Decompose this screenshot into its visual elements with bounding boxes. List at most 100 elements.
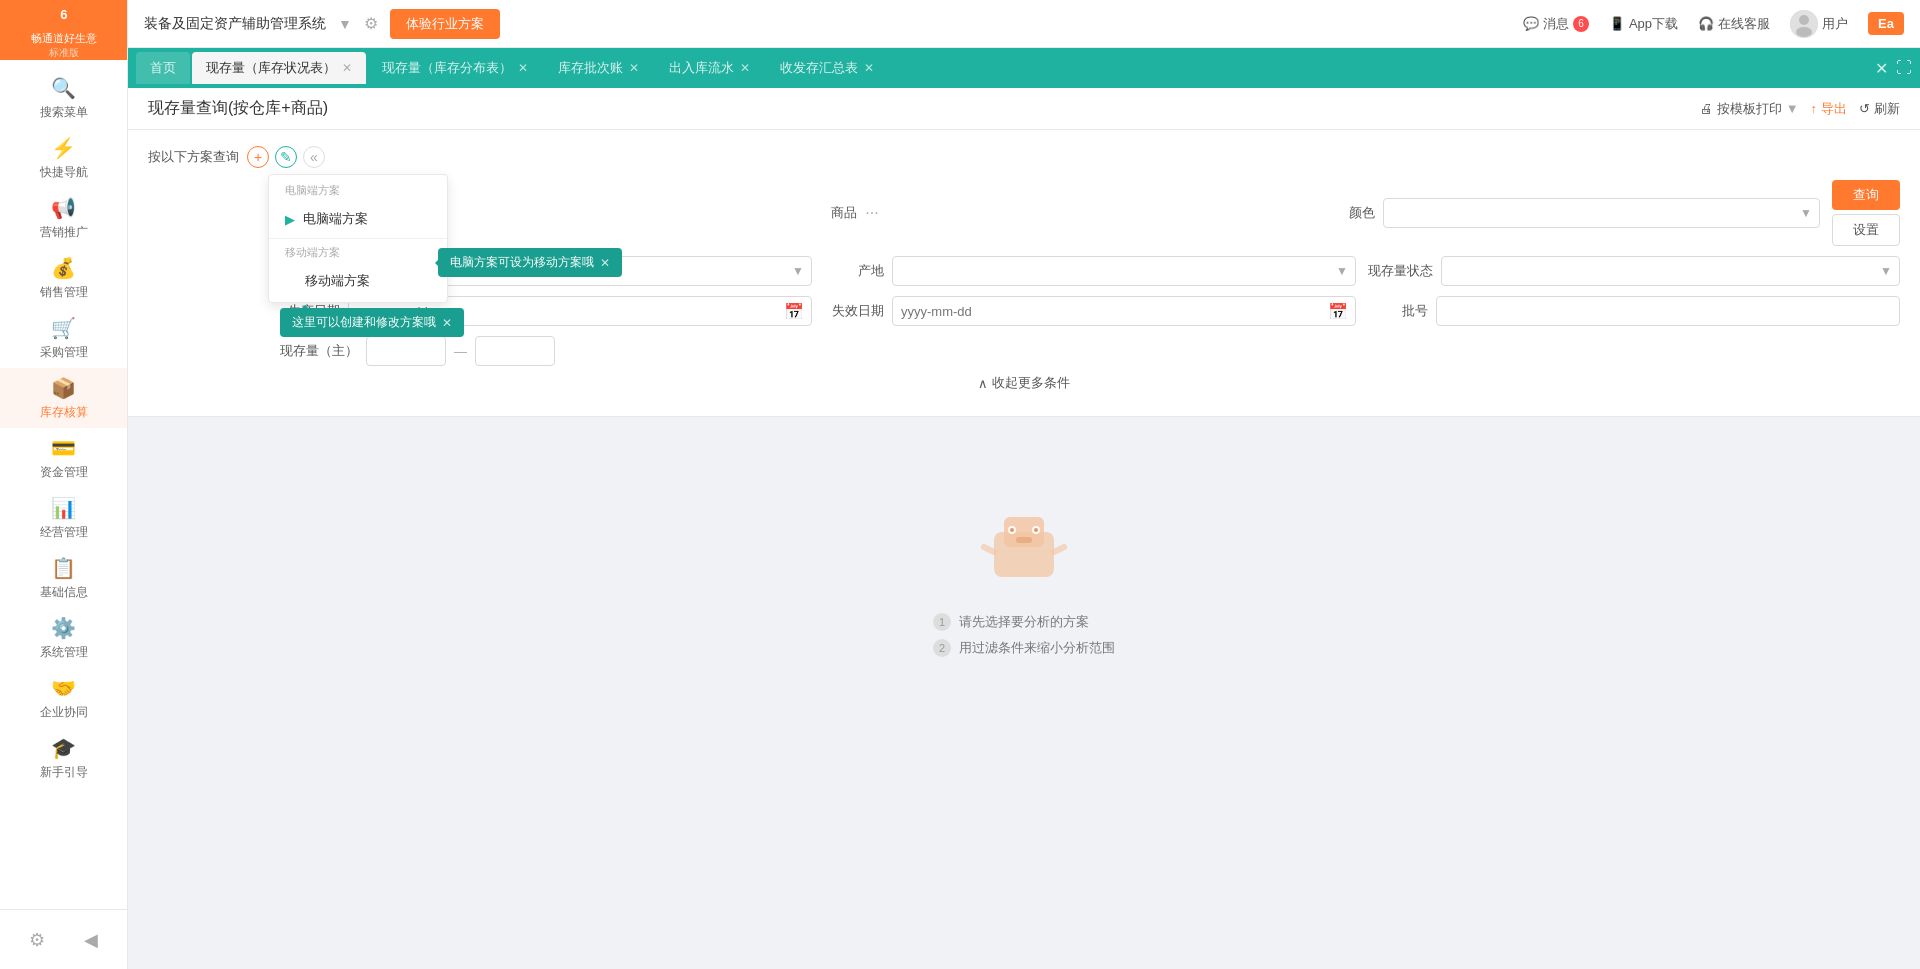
sidebar-item-guide[interactable]: 🎓 新手引导 bbox=[0, 728, 127, 788]
tab-close-icon[interactable]: ✕ bbox=[864, 61, 874, 75]
tip-num-1: 1 bbox=[933, 613, 951, 631]
sidebar-item-nav[interactable]: ⚡ 快捷导航 bbox=[0, 128, 127, 188]
svg-point-9 bbox=[1010, 528, 1014, 532]
page-header: 现存量查询(按仓库+商品) 🖨 按模板打印 ▼ ↑ 导出 ↺ 刷新 bbox=[128, 88, 1920, 130]
system-dropdown-icon[interactable]: ▼ bbox=[338, 16, 352, 32]
tab-stock-status[interactable]: 现存量（库存状况表） ✕ bbox=[192, 52, 366, 84]
guide-icon: 🎓 bbox=[51, 736, 76, 760]
field-stock-status: 现存量状态 ▼ bbox=[1368, 256, 1900, 286]
sidebar-item-operations[interactable]: 📊 经营管理 bbox=[0, 488, 127, 548]
tab-close-icon[interactable]: ✕ bbox=[740, 61, 750, 75]
range-separator: — bbox=[454, 344, 467, 359]
tab-close-icon[interactable]: ✕ bbox=[629, 61, 639, 75]
tab-stock-dist-label: 现存量（库存分布表） bbox=[382, 59, 512, 77]
batch-input[interactable] bbox=[1436, 296, 1900, 326]
arrow-right-icon: ▶ bbox=[285, 212, 295, 227]
calendar-start-icon[interactable]: 📅 bbox=[784, 302, 804, 321]
basic-icon: 📋 bbox=[51, 556, 76, 580]
export-action[interactable]: ↑ 导出 bbox=[1811, 100, 1848, 118]
svg-rect-11 bbox=[1016, 537, 1032, 543]
field-origin: 产地 ▼ bbox=[824, 256, 1356, 286]
stock-main-start[interactable] bbox=[366, 336, 446, 366]
pc-scheme-item[interactable]: ▶ 电脑端方案 bbox=[269, 202, 447, 236]
tab-summary-label: 收发存汇总表 bbox=[780, 59, 858, 77]
empty-tip-1: 1 请先选择要分析的方案 bbox=[933, 613, 1115, 631]
export-label: 导出 bbox=[1821, 100, 1847, 118]
stock-status-select[interactable] bbox=[1441, 256, 1900, 286]
user-item[interactable]: 用户 bbox=[1790, 10, 1848, 38]
tab-close-all-icon[interactable]: ✕ bbox=[1875, 59, 1888, 78]
field-color: 颜色 ▼ bbox=[1315, 198, 1820, 228]
tab-expand-icon[interactable]: ⛶ bbox=[1896, 59, 1912, 78]
collapse-footer-btn[interactable]: ◀ bbox=[84, 929, 98, 951]
print-dropdown-icon: ▼ bbox=[1786, 101, 1799, 116]
scheme-dropdown: 电脑端方案 ▶ 电脑端方案 移动端方案 移动端方案 bbox=[268, 174, 448, 303]
color-select[interactable] bbox=[1383, 198, 1820, 228]
online-support-label: 在线客服 bbox=[1718, 15, 1770, 33]
tooltip-pc-close[interactable]: ✕ bbox=[600, 256, 610, 270]
tab-home[interactable]: 首页 bbox=[136, 52, 190, 84]
refresh-action[interactable]: ↺ 刷新 bbox=[1859, 100, 1900, 118]
industry-plan-button[interactable]: 体验行业方案 bbox=[390, 9, 500, 39]
system-icon: ⚙️ bbox=[51, 616, 76, 640]
sidebar-item-marketing[interactable]: 📢 营销推广 bbox=[0, 188, 127, 248]
sidebar-item-search[interactable]: 🔍 搜索菜单 bbox=[0, 68, 127, 128]
sidebar-item-purchase[interactable]: 🛒 采购管理 bbox=[0, 308, 127, 368]
batch-label: 批号 bbox=[1368, 302, 1428, 320]
pc-scheme-label: 电脑端方案 bbox=[303, 210, 368, 228]
tab-close-icon[interactable]: ✕ bbox=[518, 61, 528, 75]
mobile-scheme-section-label: 移动端方案 bbox=[269, 241, 447, 264]
sidebar-item-sales[interactable]: 💰 销售管理 bbox=[0, 248, 127, 308]
app-download-item[interactable]: 📱 App下载 bbox=[1609, 15, 1678, 33]
stock-status-label: 现存量状态 bbox=[1368, 262, 1433, 280]
add-scheme-btn[interactable]: + bbox=[247, 146, 269, 168]
tab-stock-dist[interactable]: 现存量（库存分布表） ✕ bbox=[368, 52, 542, 84]
goods-dots[interactable]: ··· bbox=[865, 204, 878, 222]
collab-icon: 🤝 bbox=[51, 676, 76, 700]
back-scheme-btn[interactable]: « bbox=[303, 146, 325, 168]
page-actions: 🖨 按模板打印 ▼ ↑ 导出 ↺ 刷新 bbox=[1700, 100, 1900, 118]
edit-scheme-btn[interactable]: ✎ bbox=[275, 146, 297, 168]
print-action[interactable]: 🖨 按模板打印 ▼ bbox=[1700, 100, 1799, 118]
tab-stock-batch[interactable]: 库存批次账 ✕ bbox=[544, 52, 653, 84]
mobile-scheme-label: 移动端方案 bbox=[305, 273, 370, 288]
sidebar-item-basic[interactable]: 📋 基础信息 bbox=[0, 548, 127, 608]
sidebar-item-collab[interactable]: 🤝 企业协同 bbox=[0, 668, 127, 728]
color-select-wrap: ▼ bbox=[1383, 198, 1820, 228]
tooltip-create-close[interactable]: ✕ bbox=[442, 316, 452, 330]
sidebar-item-system[interactable]: ⚙️ 系统管理 bbox=[0, 608, 127, 668]
empty-illustration bbox=[974, 497, 1074, 597]
origin-select[interactable] bbox=[892, 256, 1356, 286]
origin-label: 产地 bbox=[824, 262, 884, 280]
mobile-scheme-item[interactable]: 移动端方案 bbox=[269, 264, 447, 298]
stock-main-end[interactable] bbox=[475, 336, 555, 366]
tooltip-pc-text: 电脑方案可设为移动方案哦 bbox=[450, 254, 594, 271]
svg-line-13 bbox=[1054, 547, 1064, 552]
sidebar-logo[interactable]: 6 畅通道好生意 标准版 bbox=[0, 0, 127, 60]
filter-title: 按以下方案查询 bbox=[148, 148, 239, 166]
expiry-date-start[interactable] bbox=[892, 296, 1356, 326]
message-item[interactable]: 💬 消息 6 bbox=[1523, 15, 1589, 33]
filter-header: 按以下方案查询 + ✎ « bbox=[148, 146, 1900, 168]
sidebar-item-finance[interactable]: 💳 资金管理 bbox=[0, 428, 127, 488]
reset-button[interactable]: 设置 bbox=[1832, 214, 1900, 246]
sidebar-item-inventory[interactable]: 📦 库存核算 bbox=[0, 368, 127, 428]
logo-icon: 6 bbox=[46, 0, 82, 29]
logo-sub: 标准版 bbox=[49, 46, 79, 60]
collapse-row[interactable]: ∧ 收起更多条件 bbox=[148, 366, 1900, 400]
top-header: 装备及固定资产辅助管理系统 ▼ ⚙ 体验行业方案 💬 消息 6 📱 App下载 … bbox=[128, 0, 1920, 48]
message-label: 消息 bbox=[1543, 15, 1569, 33]
query-btn-group: 查询 设置 bbox=[1832, 180, 1900, 246]
calendar-expiry-icon[interactable]: 📅 bbox=[1328, 302, 1348, 321]
tab-inout-flow[interactable]: 出入库流水 ✕ bbox=[655, 52, 764, 84]
settings-gear-icon[interactable]: ⚙ bbox=[364, 14, 378, 33]
goods-label: 商品 bbox=[797, 204, 857, 222]
tab-close-icon[interactable]: ✕ bbox=[342, 61, 352, 75]
tab-summary[interactable]: 收发存汇总表 ✕ bbox=[766, 52, 888, 84]
online-support-item[interactable]: 🎧 在线客服 bbox=[1698, 15, 1770, 33]
settings-footer-btn[interactable]: ⚙ bbox=[29, 929, 45, 951]
tip-1-text: 请先选择要分析的方案 bbox=[959, 613, 1089, 631]
tab-bar-right: ✕ ⛶ bbox=[1875, 59, 1912, 78]
sidebar-item-label: 库存核算 bbox=[40, 404, 88, 421]
query-button[interactable]: 查询 bbox=[1832, 180, 1900, 210]
